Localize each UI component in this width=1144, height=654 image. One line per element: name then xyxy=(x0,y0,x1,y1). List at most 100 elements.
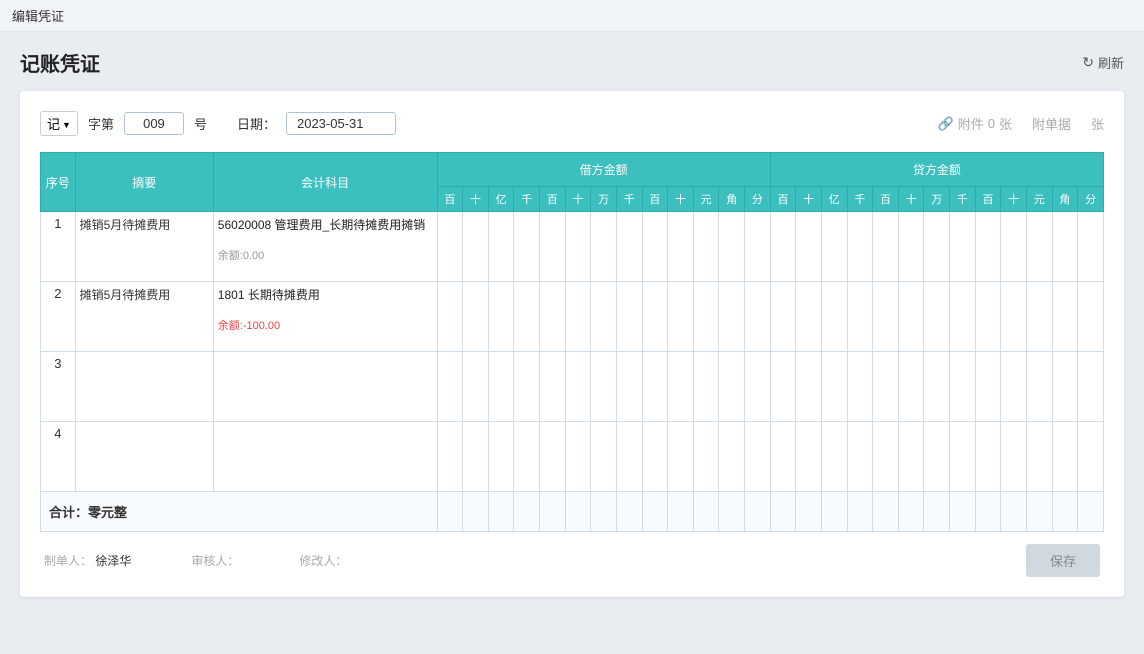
table-row[interactable]: 3 xyxy=(41,352,1104,422)
table-row[interactable]: 4 xyxy=(41,422,1104,492)
row-3-summary[interactable] xyxy=(75,422,213,492)
row-2-debit-2[interactable] xyxy=(488,352,514,422)
row-3-debit-0[interactable] xyxy=(437,422,463,492)
row-2-debit-4[interactable] xyxy=(540,352,566,422)
row-3-debit-3[interactable] xyxy=(514,422,540,492)
row-3-debit-11[interactable] xyxy=(719,422,745,492)
row-1-credit-5[interactable] xyxy=(898,282,924,352)
row-1-debit-4[interactable] xyxy=(540,282,566,352)
row-2-debit-8[interactable] xyxy=(642,352,668,422)
row-2-debit-9[interactable] xyxy=(668,352,694,422)
row-2-credit-6[interactable] xyxy=(924,352,950,422)
row-0-account[interactable]: 56020008 管理费用_长期待摊费用摊销余额:0.00 xyxy=(213,212,437,282)
row-3-credit-4[interactable] xyxy=(873,422,899,492)
row-3-credit-1[interactable] xyxy=(796,422,822,492)
row-0-credit-3[interactable] xyxy=(847,212,873,282)
row-2-debit-12[interactable] xyxy=(745,352,771,422)
row-1-debit-1[interactable] xyxy=(463,282,489,352)
row-0-credit-6[interactable] xyxy=(924,212,950,282)
row-1-debit-11[interactable] xyxy=(719,282,745,352)
fudanju-label[interactable]: 附单据 xyxy=(1032,114,1071,133)
row-3-debit-1[interactable] xyxy=(463,422,489,492)
row-3-account[interactable] xyxy=(213,422,437,492)
date-input[interactable] xyxy=(286,112,396,135)
attachment-button[interactable]: 🔗 附件 0 张 xyxy=(938,114,1012,133)
row-2-debit-10[interactable] xyxy=(693,352,719,422)
row-1-account[interactable]: 1801 长期待摊费用余额:-100.00 xyxy=(213,282,437,352)
row-1-credit-12[interactable] xyxy=(1078,282,1104,352)
row-0-debit-9[interactable] xyxy=(668,212,694,282)
row-3-debit-2[interactable] xyxy=(488,422,514,492)
row-2-account[interactable] xyxy=(213,352,437,422)
row-0-debit-1[interactable] xyxy=(463,212,489,282)
row-3-credit-10[interactable] xyxy=(1026,422,1052,492)
row-0-credit-11[interactable] xyxy=(1052,212,1078,282)
row-2-credit-3[interactable] xyxy=(847,352,873,422)
row-2-credit-12[interactable] xyxy=(1078,352,1104,422)
row-0-debit-5[interactable] xyxy=(565,212,591,282)
row-1-debit-2[interactable] xyxy=(488,282,514,352)
row-1-credit-1[interactable] xyxy=(796,282,822,352)
row-1-summary[interactable]: 摊销5月待摊费用 xyxy=(75,282,213,352)
row-2-credit-2[interactable] xyxy=(821,352,847,422)
refresh-button[interactable]: ↻ 刷新 xyxy=(1082,53,1124,72)
row-0-debit-6[interactable] xyxy=(591,212,617,282)
row-1-credit-7[interactable] xyxy=(950,282,976,352)
row-3-credit-6[interactable] xyxy=(924,422,950,492)
row-3-credit-12[interactable] xyxy=(1078,422,1104,492)
row-2-credit-0[interactable] xyxy=(770,352,796,422)
row-0-debit-12[interactable] xyxy=(745,212,771,282)
row-0-credit-9[interactable] xyxy=(1001,212,1027,282)
row-1-credit-6[interactable] xyxy=(924,282,950,352)
row-2-credit-7[interactable] xyxy=(950,352,976,422)
row-0-debit-4[interactable] xyxy=(540,212,566,282)
row-3-credit-11[interactable] xyxy=(1052,422,1078,492)
row-0-summary[interactable]: 摊销5月待摊费用 xyxy=(75,212,213,282)
row-1-debit-9[interactable] xyxy=(668,282,694,352)
row-1-debit-0[interactable] xyxy=(437,282,463,352)
row-0-credit-4[interactable] xyxy=(873,212,899,282)
row-1-debit-5[interactable] xyxy=(565,282,591,352)
row-2-debit-5[interactable] xyxy=(565,352,591,422)
row-3-debit-5[interactable] xyxy=(565,422,591,492)
voucher-number-input[interactable] xyxy=(124,112,184,135)
row-2-credit-5[interactable] xyxy=(898,352,924,422)
table-row[interactable]: 1摊销5月待摊费用56020008 管理费用_长期待摊费用摊销余额:0.00 xyxy=(41,212,1104,282)
row-2-debit-11[interactable] xyxy=(719,352,745,422)
row-3-debit-9[interactable] xyxy=(668,422,694,492)
row-2-debit-6[interactable] xyxy=(591,352,617,422)
row-2-credit-1[interactable] xyxy=(796,352,822,422)
row-1-credit-10[interactable] xyxy=(1026,282,1052,352)
row-2-credit-4[interactable] xyxy=(873,352,899,422)
row-1-debit-7[interactable] xyxy=(616,282,642,352)
row-1-debit-3[interactable] xyxy=(514,282,540,352)
row-0-credit-10[interactable] xyxy=(1026,212,1052,282)
row-2-debit-3[interactable] xyxy=(514,352,540,422)
row-3-debit-6[interactable] xyxy=(591,422,617,492)
row-0-credit-8[interactable] xyxy=(975,212,1001,282)
row-2-debit-1[interactable] xyxy=(463,352,489,422)
row-2-summary[interactable] xyxy=(75,352,213,422)
row-0-credit-5[interactable] xyxy=(898,212,924,282)
row-0-debit-3[interactable] xyxy=(514,212,540,282)
row-3-credit-8[interactable] xyxy=(975,422,1001,492)
row-3-credit-0[interactable] xyxy=(770,422,796,492)
row-1-credit-11[interactable] xyxy=(1052,282,1078,352)
row-0-debit-8[interactable] xyxy=(642,212,668,282)
row-3-credit-9[interactable] xyxy=(1001,422,1027,492)
row-1-credit-8[interactable] xyxy=(975,282,1001,352)
row-1-credit-9[interactable] xyxy=(1001,282,1027,352)
row-1-debit-8[interactable] xyxy=(642,282,668,352)
row-3-debit-7[interactable] xyxy=(616,422,642,492)
row-0-credit-7[interactable] xyxy=(950,212,976,282)
row-1-credit-4[interactable] xyxy=(873,282,899,352)
row-3-credit-5[interactable] xyxy=(898,422,924,492)
row-0-debit-0[interactable] xyxy=(437,212,463,282)
row-0-credit-12[interactable] xyxy=(1078,212,1104,282)
voucher-type-dropdown[interactable]: 记 xyxy=(40,111,78,136)
row-1-debit-10[interactable] xyxy=(693,282,719,352)
row-2-debit-0[interactable] xyxy=(437,352,463,422)
row-2-credit-11[interactable] xyxy=(1052,352,1078,422)
row-2-credit-8[interactable] xyxy=(975,352,1001,422)
row-3-credit-3[interactable] xyxy=(847,422,873,492)
